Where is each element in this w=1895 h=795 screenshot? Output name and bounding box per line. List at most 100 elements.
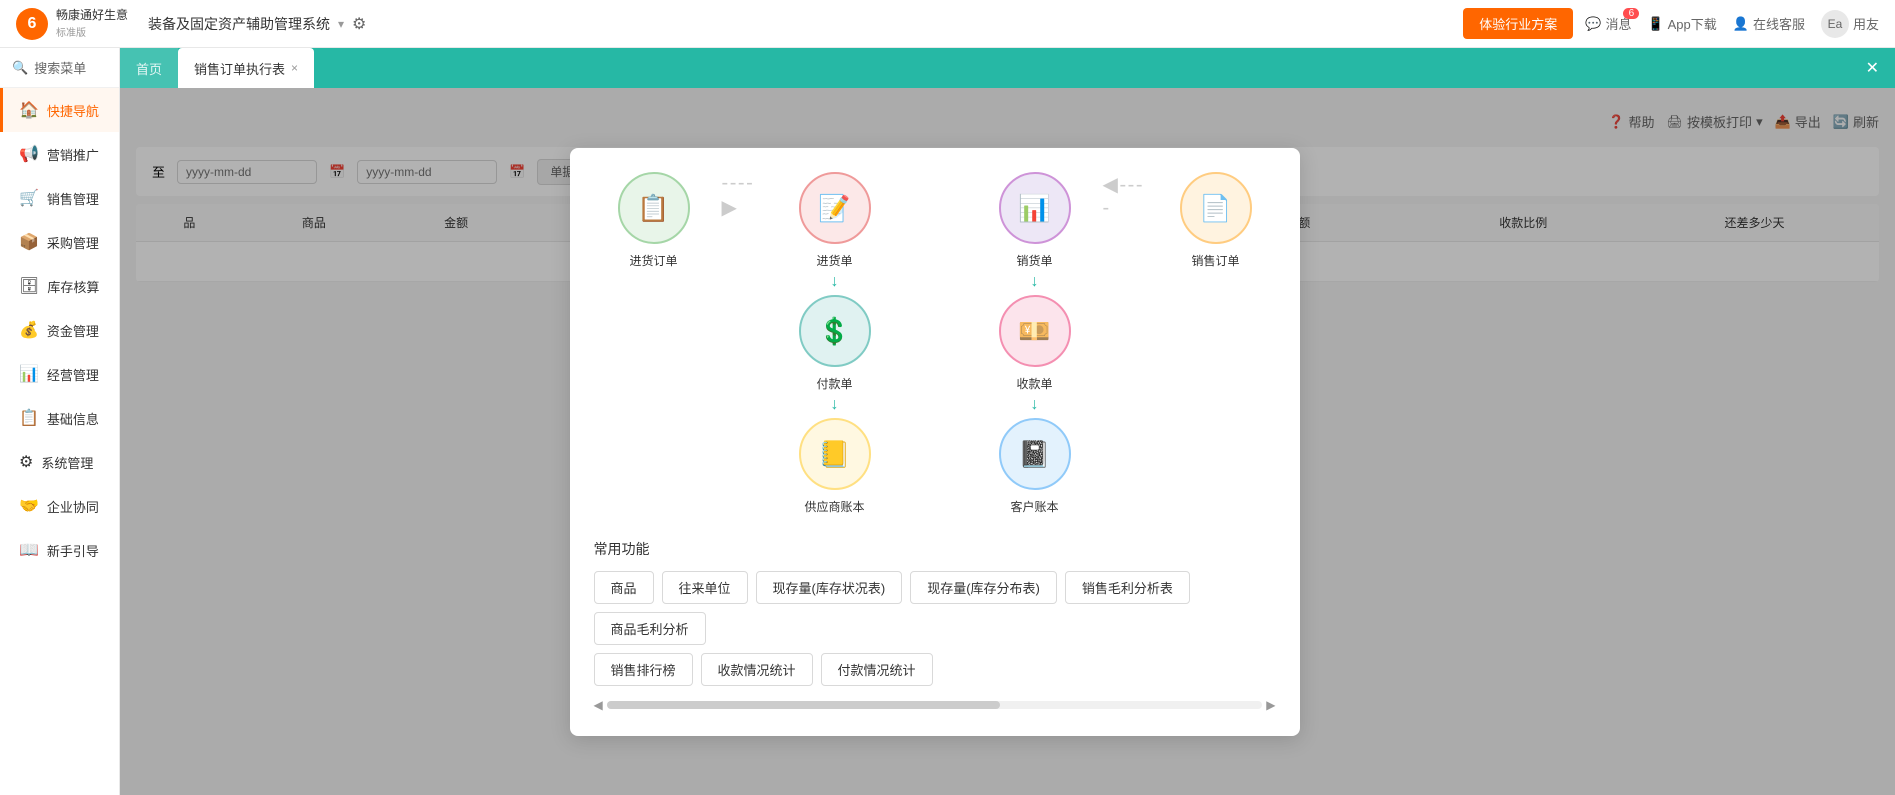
message-icon: 💬 [1585, 16, 1601, 32]
func-buttons-row2: 销售排行榜 收款情况统计 付款情况统计 [594, 653, 1276, 686]
purchase-bill-icon: 📝 [799, 172, 871, 244]
top-right-area: 💬 消息 6 📱 App下载 👤 在线客服 Ea 用友 [1585, 10, 1879, 38]
scroll-left-icon[interactable]: ◀ [594, 698, 603, 712]
home-icon: 🏠 [19, 100, 39, 120]
sidebar-item-operation[interactable]: 📊 经营管理 [0, 352, 119, 396]
func-buttons-row1: 商品 往来单位 现存量(库存状况表) 现存量(库存分布表) 销售毛利分析表 商品… [594, 571, 1276, 645]
sidebar-item-system[interactable]: ⚙ 系统管理 [0, 440, 119, 484]
func-goods[interactable]: 商品 [594, 571, 654, 604]
func-receipt-stats[interactable]: 收款情况统计 [701, 653, 813, 686]
collab-icon: 🤝 [19, 496, 39, 516]
common-functions: 常用功能 商品 往来单位 现存量(库存状况表) 现存量(库存分布表) 销售毛利分… [594, 539, 1276, 686]
flow-customer-account[interactable]: 📓 客户账本 [975, 418, 1095, 515]
func-sales-rank[interactable]: 销售排行榜 [594, 653, 693, 686]
flow-sales-order[interactable]: 📄 销售订单 [1156, 172, 1276, 269]
arrow-down-purchase: ↓ [831, 273, 839, 291]
search-menu-button[interactable]: 🔍 搜索菜单 [0, 48, 119, 88]
tab-home[interactable]: 首页 [120, 48, 178, 88]
customer-account-icon: 📓 [999, 418, 1071, 490]
sales-order-label: 销售订单 [1191, 252, 1239, 269]
download-icon: 📱 [1647, 16, 1663, 32]
arrow-purchase-to-bill: - - - - ▶ [714, 172, 775, 220]
sidebar-item-base[interactable]: 📋 基础信息 [0, 396, 119, 440]
sidebar-item-purchase[interactable]: 📦 采购管理 [0, 220, 119, 264]
service-icon: 👤 [1733, 16, 1749, 32]
func-payment-stats[interactable]: 付款情况统计 [821, 653, 933, 686]
func-goods-profit[interactable]: 商品毛利分析 [594, 612, 706, 645]
flow-sales-bill[interactable]: 📊 销货单 [975, 172, 1095, 269]
try-button[interactable]: 体验行业方案 [1463, 8, 1573, 39]
capital-icon: 💰 [19, 320, 39, 340]
tab-bar: 首页 销售订单执行表 × ✕ [120, 48, 1895, 88]
purchase-order-icon: 📋 [618, 172, 690, 244]
logo-sub: 标准版 [56, 24, 128, 39]
user-area[interactable]: Ea 用友 [1821, 10, 1879, 38]
newbie-icon: 📖 [19, 540, 39, 560]
payment-bill-label: 付款单 [816, 375, 852, 392]
sales-bill-label: 销货单 [1016, 252, 1052, 269]
arrow-down-payment: ↓ [831, 396, 839, 414]
func-inventory-status[interactable]: 现存量(库存状况表) [756, 571, 903, 604]
tab-sales-order[interactable]: 销售订单执行表 × [178, 48, 314, 88]
sidebar-item-inventory[interactable]: 🗄 库存核算 [0, 264, 119, 308]
purchase-bill-label: 进货单 [816, 252, 852, 269]
sidebar-item-quick[interactable]: 🏠 快捷导航 [0, 88, 119, 132]
online-service-button[interactable]: 👤 在线客服 [1733, 14, 1805, 33]
message-button[interactable]: 💬 消息 6 [1585, 14, 1631, 33]
supplier-account-icon: 📒 [799, 418, 871, 490]
sidebar-item-sales[interactable]: 🛒 销售管理 [0, 176, 119, 220]
system-icon: ⚙ [19, 452, 33, 472]
app-download-button[interactable]: 📱 App下载 [1647, 14, 1716, 33]
operation-icon: 📊 [19, 364, 39, 384]
customer-account-label: 客户账本 [1010, 498, 1058, 515]
scroll-thumb [607, 701, 1000, 709]
settings-icon[interactable]: ⚙ [352, 14, 366, 34]
marketing-icon: 📢 [19, 144, 39, 164]
arrow-down-sales: ↓ [1031, 273, 1039, 291]
sidebar-item-collab[interactable]: 🤝 企业协同 [0, 484, 119, 528]
system-name: 装备及固定资产辅助管理系统 [148, 14, 330, 34]
avatar: Ea [1821, 10, 1849, 38]
sidebar: 🔍 搜索菜单 🏠 快捷导航 📢 营销推广 🛒 销售管理 📦 采购管理 🗄 [0, 48, 120, 795]
func-sales-profit[interactable]: 销售毛利分析表 [1065, 571, 1190, 604]
sidebar-item-newbie[interactable]: 📖 新手引导 [0, 528, 119, 572]
quick-guide-panel: 📋 进货订单 - - - - ▶ [570, 148, 1300, 736]
arrow-salesorder-to-bill: ◀ - - - - [1095, 172, 1156, 220]
logo-text: 畅康通好生意 [56, 8, 128, 24]
func-inventory-dist[interactable]: 现存量(库存分布表) [910, 571, 1057, 604]
message-badge: 6 [1623, 8, 1639, 19]
flow-purchase-bill[interactable]: 📝 进货单 [775, 172, 895, 269]
scroll-right-icon[interactable]: ▶ [1266, 698, 1275, 712]
sales-icon: 🛒 [19, 188, 39, 208]
sales-order-icon: 📄 [1180, 172, 1252, 244]
purchase-icon: 📦 [19, 232, 39, 252]
receipt-bill-icon: 💴 [999, 295, 1071, 367]
logo-icon: 6 [16, 8, 48, 40]
page-content: ❓ 帮助 🖨 按模板打印 ▾ 📤 导出 🔄 刷新 [120, 88, 1895, 795]
common-functions-title: 常用功能 [594, 539, 1276, 559]
system-title-area: 装备及固定资产辅助管理系统 ▾ ⚙ [148, 14, 1451, 34]
supplier-account-label: 供应商账本 [804, 498, 864, 515]
flow-section: 📋 进货订单 - - - - ▶ [594, 172, 1276, 515]
scroll-track[interactable] [607, 701, 1263, 709]
inventory-icon: 🗄 [19, 276, 39, 296]
logo-area: 6 畅康通好生意 标准版 [16, 8, 136, 40]
payment-bill-icon: 💲 [799, 295, 871, 367]
close-all-tabs-button[interactable]: ✕ [1850, 58, 1895, 78]
content-area: 首页 销售订单执行表 × ✕ ❓ 帮助 🖨 按 [120, 48, 1895, 795]
sales-bill-icon: 📊 [999, 172, 1071, 244]
arrow-down-receipt: ↓ [1031, 396, 1039, 414]
func-partners[interactable]: 往来单位 [662, 571, 748, 604]
system-dropdown-icon[interactable]: ▾ [338, 17, 344, 31]
purchase-order-label: 进货订单 [629, 252, 677, 269]
tab-close-icon[interactable]: × [291, 61, 298, 75]
panel-scrollbar: ◀ ▶ [594, 698, 1276, 712]
flow-payment-bill[interactable]: 💲 付款单 [775, 295, 895, 392]
flow-receipt-bill[interactable]: 💴 收款单 [975, 295, 1095, 392]
sidebar-item-capital[interactable]: 💰 资金管理 [0, 308, 119, 352]
base-icon: 📋 [19, 408, 39, 428]
flow-purchase-order[interactable]: 📋 进货订单 [594, 172, 714, 269]
sidebar-item-marketing[interactable]: 📢 营销推广 [0, 132, 119, 176]
flow-supplier-account[interactable]: 📒 供应商账本 [775, 418, 895, 515]
search-icon: 🔍 [12, 60, 28, 76]
